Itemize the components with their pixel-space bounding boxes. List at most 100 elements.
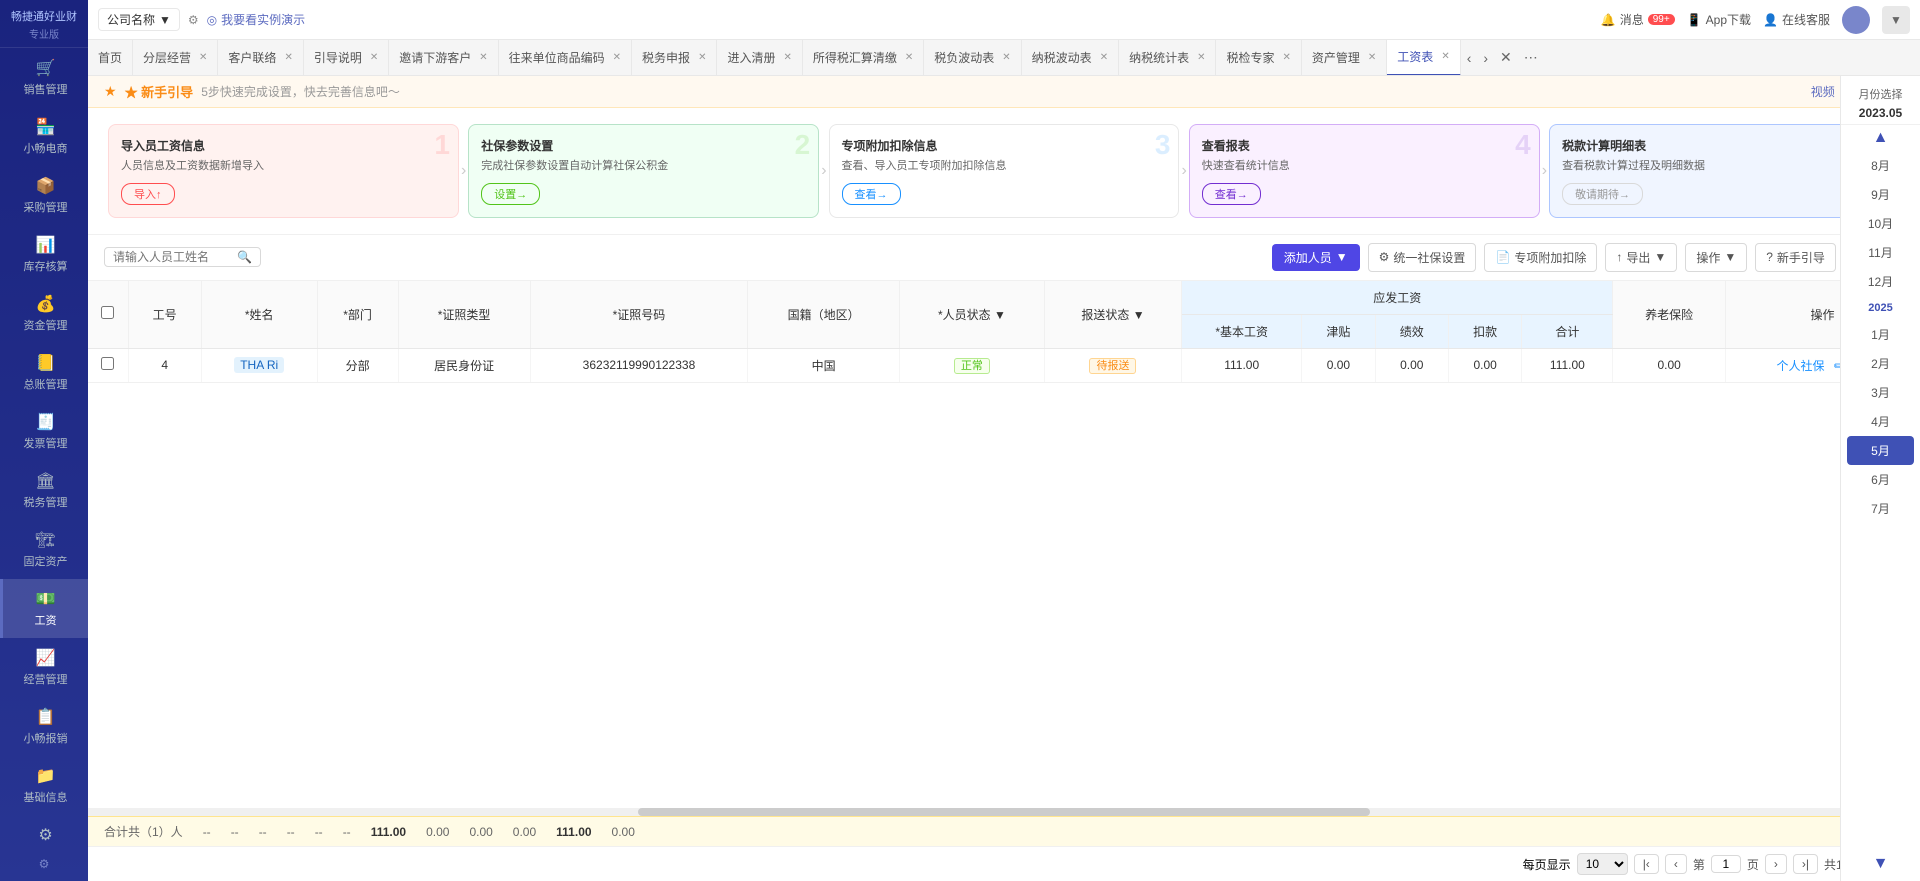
user-menu-icon[interactable]: ▼	[1882, 6, 1910, 34]
tab-tax-burden[interactable]: 税负波动表 ✕	[924, 40, 1021, 76]
month-item-7[interactable]: 7月	[1841, 494, 1920, 523]
month-item-11[interactable]: 11月	[1841, 238, 1920, 267]
month-item-1[interactable]: 1月	[1841, 320, 1920, 349]
month-item-12[interactable]: 12月	[1841, 267, 1920, 296]
month-item-3[interactable]: 3月	[1841, 378, 1920, 407]
month-item-4[interactable]: 4月	[1841, 407, 1920, 436]
tab-goods-code-close[interactable]: ✕	[613, 52, 621, 63]
video-link[interactable]: 视频	[1811, 83, 1835, 100]
first-page-btn[interactable]: |‹	[1634, 854, 1659, 874]
sidebar-item-gl[interactable]: 📒 总账管理	[0, 343, 88, 402]
page-size-select[interactable]: 10 20 50 100	[1577, 853, 1628, 875]
col-dept: *部门	[317, 281, 398, 349]
tab-clearance[interactable]: 进入清册 ✕	[717, 40, 802, 76]
tab-salary[interactable]: 工资表 ✕	[1387, 40, 1460, 76]
prev-page-btn[interactable]: ‹	[1665, 854, 1687, 874]
step-btn-1[interactable]: 导入↑	[121, 183, 175, 205]
tab-tax-wave[interactable]: 纳税波动表 ✕	[1022, 40, 1119, 76]
sidebar-settings-btn[interactable]: ⚙	[0, 847, 88, 881]
tab-tax-filing[interactable]: 税务申报 ✕	[632, 40, 717, 76]
next-page-btn[interactable]: ›	[1765, 854, 1787, 874]
sidebar-item-tax[interactable]: 🏛 税务管理	[0, 461, 88, 520]
search-icon[interactable]: 🔍	[237, 250, 252, 264]
unified-settings-btn[interactable]: ⚙ 统一社保设置	[1368, 243, 1477, 272]
company-selector[interactable]: 公司名称 ▼	[98, 8, 180, 31]
tab-clearance-close[interactable]: ✕	[783, 52, 791, 63]
sidebar-item-basic[interactable]: 📁 基础信息	[0, 756, 88, 815]
sidebar-item-report[interactable]: 📋 小畅报销	[0, 697, 88, 756]
tab-more-btn[interactable]: ⋯	[1518, 49, 1544, 66]
tab-annual-tax-close[interactable]: ✕	[905, 52, 913, 63]
step-btn-3[interactable]: 查看→	[842, 183, 901, 205]
scrollbar-thumb[interactable]	[638, 808, 1371, 816]
step-num-3: 3	[1155, 129, 1171, 161]
month-item-6[interactable]: 6月	[1841, 465, 1920, 494]
sidebar-item-xiaochang[interactable]: 🏪 小畅电商	[0, 107, 88, 166]
user-avatar[interactable]	[1842, 6, 1870, 34]
month-item-2[interactable]: 2月	[1841, 349, 1920, 378]
tab-guide-desc-close[interactable]: ✕	[370, 52, 378, 63]
tab-client[interactable]: 客户联络 ✕	[218, 40, 303, 76]
actions-btn[interactable]: 操作 ▼	[1685, 243, 1747, 272]
step-btn-5[interactable]: 敬请期待→	[1562, 183, 1643, 205]
action-social-btn[interactable]: 个人社保	[1776, 359, 1824, 373]
tab-tax-filing-close[interactable]: ✕	[698, 52, 706, 63]
tab-tax-wave-close[interactable]: ✕	[1100, 52, 1108, 63]
app-download-btn[interactable]: 📱 App下载	[1687, 11, 1751, 28]
tab-tax-stat-close[interactable]: ✕	[1197, 52, 1205, 63]
tab-tax-stat[interactable]: 纳税统计表 ✕	[1119, 40, 1216, 76]
select-all-checkbox[interactable]	[101, 306, 114, 319]
month-item-10[interactable]: 10月	[1841, 209, 1920, 238]
tab-tax-expert[interactable]: 税检专家 ✕	[1216, 40, 1301, 76]
demo-link[interactable]: ◎ 我要看实例演示	[207, 11, 306, 28]
search-input[interactable]	[113, 250, 233, 264]
tab-goods-code[interactable]: 往来单位商品编码 ✕	[499, 40, 632, 76]
current-page-input[interactable]	[1711, 855, 1741, 873]
sidebar-item-capital[interactable]: 💰 资金管理	[0, 284, 88, 343]
month-panel-up-btn[interactable]: ▲	[1873, 125, 1889, 151]
tab-assets-close[interactable]: ✕	[1368, 52, 1376, 63]
month-item-9[interactable]: 9月	[1841, 180, 1920, 209]
tab-prev-btn[interactable]: ‹	[1461, 50, 1478, 66]
month-item-5[interactable]: 5月	[1847, 436, 1914, 465]
sidebar-item-ops[interactable]: 📈 经营管理	[0, 638, 88, 697]
tab-hierarchy[interactable]: 分层经营 ✕	[133, 40, 218, 76]
tab-annual-tax[interactable]: 所得税汇算清缴 ✕	[803, 40, 924, 76]
tab-tax-expert-label: 税检专家	[1226, 49, 1274, 66]
tab-next-btn[interactable]: ›	[1477, 50, 1494, 66]
step-btn-4[interactable]: 查看→	[1202, 183, 1261, 205]
sidebar-item-purchase[interactable]: 📦 采购管理	[0, 166, 88, 225]
special-deduction-btn[interactable]: 📄 专项附加扣除	[1484, 243, 1597, 272]
status-filter-icon[interactable]: ▼	[994, 308, 1006, 322]
sidebar-item-system[interactable]: ⚙ 系统管理	[0, 815, 88, 847]
new-guide-btn[interactable]: ? 新手引导	[1755, 243, 1836, 272]
tab-tax-expert-close[interactable]: ✕	[1283, 52, 1291, 63]
export-btn[interactable]: ↑ 导出 ▼	[1605, 243, 1677, 272]
tab-tax-burden-close[interactable]: ✕	[1002, 52, 1010, 63]
tab-home[interactable]: 首页	[88, 40, 133, 76]
month-panel-down-btn[interactable]: ▼	[1873, 851, 1889, 877]
sidebar-item-invoice[interactable]: 🧾 发票管理	[0, 402, 88, 461]
step-btn-2[interactable]: 设置→	[481, 183, 540, 205]
tab-salary-close[interactable]: ✕	[1441, 51, 1449, 62]
message-btn[interactable]: 🔔 消息 99+	[1601, 11, 1675, 28]
tab-invite[interactable]: 邀请下游客户 ✕	[389, 40, 498, 76]
add-person-btn[interactable]: 添加人员 ▼	[1272, 244, 1360, 271]
online-service-btn[interactable]: 👤 在线客服	[1763, 11, 1830, 28]
sidebar-item-salary[interactable]: 💵 工资	[0, 579, 88, 638]
month-item-8[interactable]: 8月	[1841, 151, 1920, 180]
row-checkbox[interactable]	[101, 357, 114, 370]
h-scrollbar[interactable]	[88, 808, 1920, 816]
tab-guide-desc[interactable]: 引导说明 ✕	[304, 40, 389, 76]
report-filter-icon[interactable]: ▼	[1133, 308, 1145, 322]
sidebar-item-inventory[interactable]: 📊 库存核算	[0, 225, 88, 284]
tab-assets[interactable]: 资产管理 ✕	[1302, 40, 1387, 76]
tab-hierarchy-close[interactable]: ✕	[199, 52, 207, 63]
gear-icon[interactable]: ⚙	[188, 13, 199, 27]
tab-close-all-btn[interactable]: ✕	[1494, 49, 1518, 66]
last-page-btn[interactable]: ›|	[1793, 854, 1818, 874]
tab-client-close[interactable]: ✕	[284, 52, 292, 63]
sidebar-item-sales[interactable]: 🛒 销售管理	[0, 48, 88, 107]
sidebar-item-fixed[interactable]: 🏗 固定资产	[0, 520, 88, 579]
tab-invite-close[interactable]: ✕	[479, 52, 487, 63]
